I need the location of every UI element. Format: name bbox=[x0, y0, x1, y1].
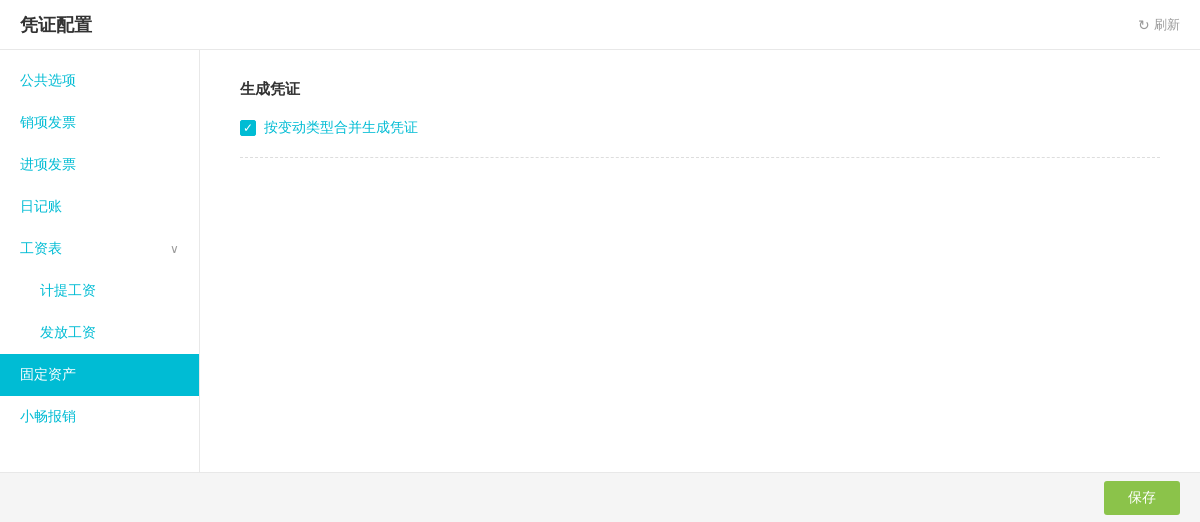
sidebar-item-sales-invoice[interactable]: 销项发票 bbox=[0, 102, 199, 144]
page-title: 凭证配置 bbox=[20, 13, 92, 37]
footer: 保存 bbox=[0, 472, 1200, 522]
refresh-icon: ↻ bbox=[1138, 17, 1150, 33]
main-content: 生成凭证 按变动类型合并生成凭证 bbox=[200, 50, 1200, 472]
section-title: 生成凭证 bbox=[240, 80, 1160, 99]
chevron-down-icon: ∨ bbox=[170, 242, 179, 256]
sidebar-item-journal[interactable]: 日记账 bbox=[0, 186, 199, 228]
refresh-button[interactable]: ↻ 刷新 bbox=[1138, 16, 1180, 34]
sidebar-item-payroll[interactable]: 工资表 ∨ bbox=[0, 228, 199, 270]
checkbox-row: 按变动类型合并生成凭证 bbox=[240, 119, 1160, 137]
sidebar-item-public[interactable]: 公共选项 bbox=[0, 60, 199, 102]
merge-checkbox[interactable] bbox=[240, 120, 256, 136]
save-button[interactable]: 保存 bbox=[1104, 481, 1180, 515]
sidebar-item-pay-salary[interactable]: 发放工资 bbox=[0, 312, 199, 354]
sidebar-item-calc-salary[interactable]: 计提工资 bbox=[0, 270, 199, 312]
divider bbox=[240, 157, 1160, 158]
sidebar-item-fixed-assets[interactable]: 固定资产 bbox=[0, 354, 199, 396]
checkbox-label: 按变动类型合并生成凭证 bbox=[264, 119, 418, 137]
body: 公共选项 销项发票 进项发票 日记账 工资表 ∨ 计提工资 发放工资 固定资 bbox=[0, 50, 1200, 472]
header: 凭证配置 ↻ 刷新 bbox=[0, 0, 1200, 50]
refresh-label: 刷新 bbox=[1154, 16, 1180, 34]
sidebar: 公共选项 销项发票 进项发票 日记账 工资表 ∨ 计提工资 发放工资 固定资 bbox=[0, 50, 200, 472]
sidebar-item-expense[interactable]: 小畅报销 bbox=[0, 396, 199, 438]
sidebar-item-purchase-invoice[interactable]: 进项发票 bbox=[0, 144, 199, 186]
